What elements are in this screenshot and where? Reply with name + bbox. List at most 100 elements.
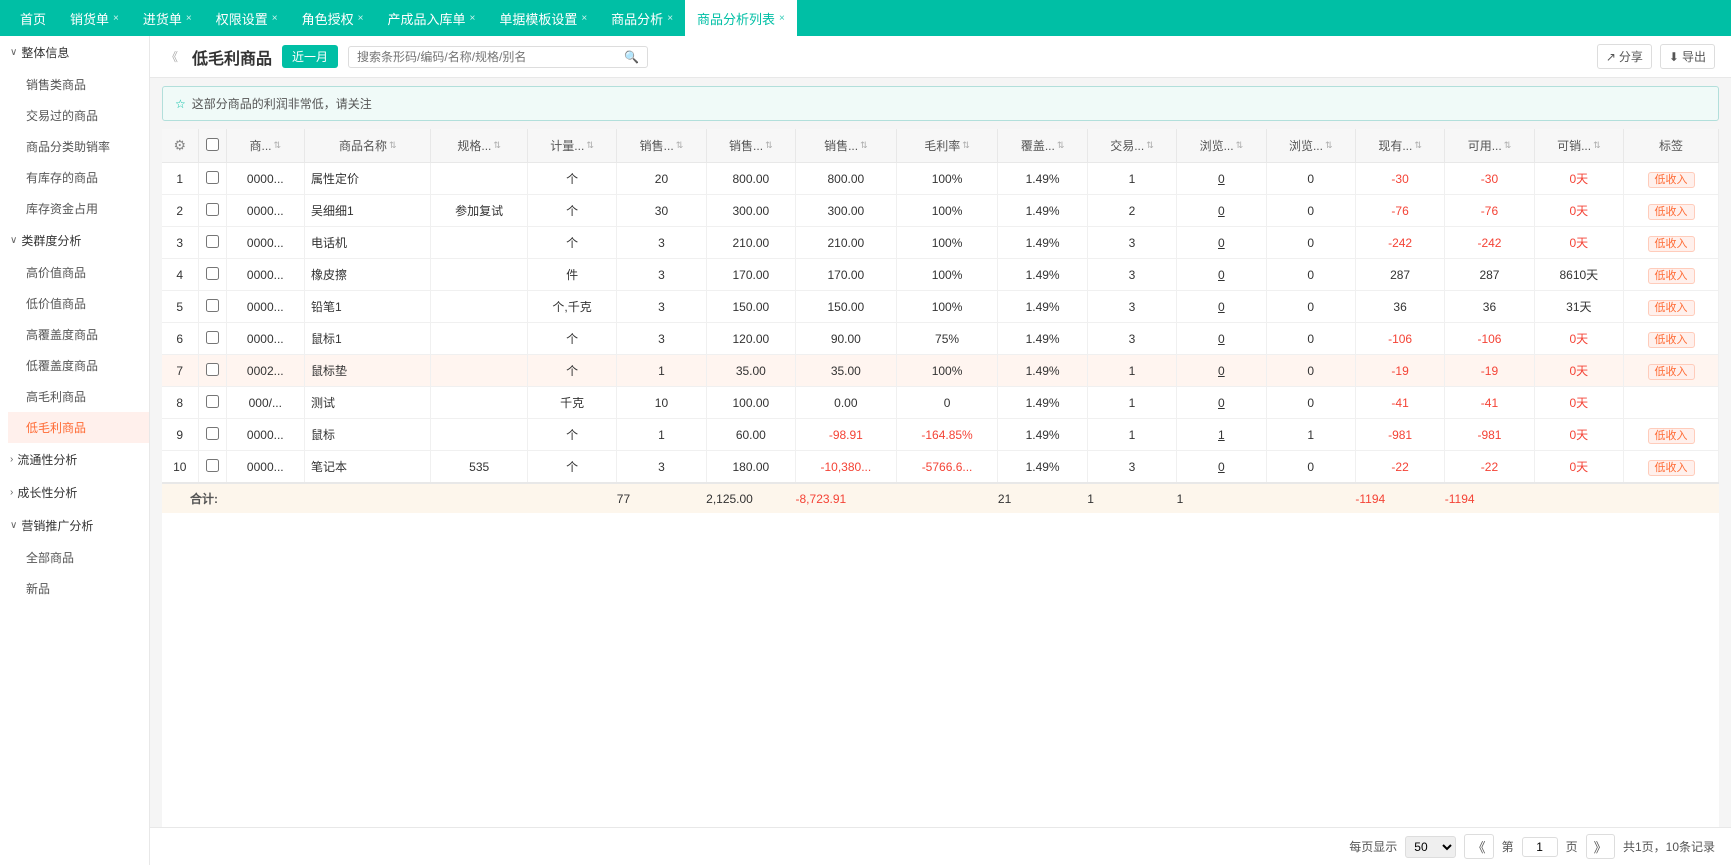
row-checkbox[interactable]	[206, 331, 219, 344]
th-available[interactable]: 可用...⇅	[1445, 129, 1534, 163]
th-transactions[interactable]: 交易...⇅	[1087, 129, 1176, 163]
row-sales-qty: 3	[617, 451, 706, 484]
th-browse2[interactable]: 浏览...⇅	[1266, 129, 1355, 163]
row-checkbox[interactable]	[206, 427, 219, 440]
row-spec	[431, 259, 527, 291]
th-name[interactable]: 商品名称⇅	[305, 129, 431, 163]
th-spec[interactable]: 规格...⇅	[431, 129, 527, 163]
prev-page-button[interactable]: 《	[1464, 834, 1493, 859]
row-tag: 低收入	[1624, 259, 1719, 291]
sidebar-item-high-value[interactable]: 高价值商品	[8, 257, 149, 288]
sidebar-section-title-marketing[interactable]: ∨ 营销推广分析	[0, 509, 149, 542]
sidebar-item-stocked-products[interactable]: 有库存的商品	[8, 162, 149, 193]
nav-close-icon[interactable]: ×	[667, 13, 673, 24]
row-checkbox[interactable]	[206, 395, 219, 408]
nav-purchase-order[interactable]: 进货单 ×	[131, 0, 204, 36]
sidebar-item-category-sales-rate[interactable]: 商品分类助销率	[8, 131, 149, 162]
row-sales-qty: 30	[617, 195, 706, 227]
transaction-link[interactable]: 0	[1218, 172, 1225, 186]
transaction-link[interactable]: 0	[1218, 332, 1225, 346]
sidebar-item-stock-capital[interactable]: 库存资金占用	[8, 193, 149, 224]
th-browse1[interactable]: 浏览...⇅	[1177, 129, 1266, 163]
nav-close-icon[interactable]: ×	[469, 13, 475, 24]
nav-close-icon[interactable]: ×	[779, 13, 785, 24]
page-size-select[interactable]: 50 10 20 100	[1405, 836, 1456, 858]
transaction-link[interactable]: 0	[1218, 204, 1225, 218]
row-checkbox[interactable]	[206, 299, 219, 312]
row-sales-amt: 35.00	[706, 355, 795, 387]
row-unit: 个	[527, 195, 616, 227]
nav-close-icon[interactable]: ×	[581, 13, 587, 24]
th-sales-amt[interactable]: 销售...⇅	[706, 129, 795, 163]
th-unit[interactable]: 计量...⇅	[527, 129, 616, 163]
sidebar-sub-overall: 销售类商品 交易过的商品 商品分类助销率 有库存的商品 库存资金占用	[0, 69, 149, 224]
nav-close-icon[interactable]: ×	[113, 13, 119, 24]
transaction-link[interactable]: 1	[1218, 428, 1225, 442]
share-button[interactable]: ↗ 分享	[1597, 44, 1652, 69]
transaction-link[interactable]: 0	[1218, 460, 1225, 474]
row-coverage: 1	[1087, 419, 1176, 451]
nav-close-icon[interactable]: ×	[186, 13, 192, 24]
nav-permissions[interactable]: 权限设置 ×	[204, 0, 290, 36]
th-gross-rate[interactable]: 毛利率⇅	[896, 129, 998, 163]
page-input[interactable]	[1522, 837, 1558, 857]
row-index: 2	[162, 195, 198, 227]
row-index: 7	[162, 355, 198, 387]
search-icon[interactable]: 🔍	[624, 50, 639, 64]
nav-product-analysis[interactable]: 商品分析 ×	[599, 0, 685, 36]
transaction-link[interactable]: 0	[1218, 300, 1225, 314]
nav-close-icon[interactable]: ×	[358, 13, 364, 24]
sidebar-section-overall: ∨ 整体信息 销售类商品 交易过的商品 商品分类助销率 有库存的商品 库存资金占…	[0, 36, 149, 224]
row-sales-qty: 20	[617, 163, 706, 195]
sidebar-item-low-value[interactable]: 低价值商品	[8, 288, 149, 319]
nav-home[interactable]: 首页	[8, 0, 58, 36]
sidebar-section-title-cluster[interactable]: ∨ 类群度分析	[0, 224, 149, 257]
sidebar-item-new-products[interactable]: 新品	[8, 573, 149, 604]
row-checkbox[interactable]	[206, 171, 219, 184]
row-checkbox[interactable]	[206, 459, 219, 472]
sidebar-item-all-products[interactable]: 全部商品	[8, 542, 149, 573]
table-row: 8 000/... 测试 千克 10 100.00 0.00 0 1.49% 1…	[162, 387, 1719, 419]
row-spec	[431, 163, 527, 195]
sidebar-item-traded-products[interactable]: 交易过的商品	[8, 100, 149, 131]
sidebar-item-low-margin[interactable]: 低毛利商品	[8, 412, 149, 443]
sidebar-item-high-coverage[interactable]: 高覆盖度商品	[8, 319, 149, 350]
sidebar-item-low-coverage[interactable]: 低覆盖度商品	[8, 350, 149, 381]
sidebar-collapse-btn[interactable]: 《	[166, 48, 178, 65]
row-checkbox[interactable]	[206, 267, 219, 280]
th-code[interactable]: 商...⇅	[226, 129, 305, 163]
th-coverage[interactable]: 覆盖...⇅	[998, 129, 1087, 163]
sidebar-item-high-margin[interactable]: 高毛利商品	[8, 381, 149, 412]
th-sellable[interactable]: 可销...⇅	[1534, 129, 1623, 163]
search-input[interactable]	[357, 50, 620, 64]
settings-icon[interactable]: ⚙	[173, 137, 186, 153]
th-current-stock[interactable]: 现有...⇅	[1355, 129, 1444, 163]
transaction-link[interactable]: 0	[1218, 268, 1225, 282]
nav-role-auth[interactable]: 角色授权 ×	[290, 0, 376, 36]
sidebar-section-title-overall[interactable]: ∨ 整体信息	[0, 36, 149, 69]
nav-close-icon[interactable]: ×	[272, 13, 278, 24]
transaction-link[interactable]: 0	[1218, 396, 1225, 410]
nav-sales-order[interactable]: 销货单 ×	[58, 0, 131, 36]
transaction-link[interactable]: 0	[1218, 364, 1225, 378]
row-checkbox[interactable]	[206, 235, 219, 248]
th-sales-qty[interactable]: 销售...⇅	[617, 129, 706, 163]
nav-product-analysis-list[interactable]: 商品分析列表 ×	[685, 0, 797, 36]
row-sellable: 31天	[1534, 291, 1623, 323]
select-all-checkbox[interactable]	[206, 138, 219, 151]
row-checkbox[interactable]	[206, 363, 219, 376]
row-checkbox[interactable]	[206, 203, 219, 216]
th-sales-profit[interactable]: 销售...⇅	[796, 129, 897, 163]
collapse-arrow-overall: ∨	[10, 47, 17, 58]
nav-template-settings[interactable]: 单据模板设置 ×	[487, 0, 599, 36]
sidebar-section-title-circulation[interactable]: › 流通性分析	[0, 443, 149, 476]
export-button[interactable]: ⬇ 导出	[1660, 44, 1715, 69]
sidebar-section-title-growth[interactable]: › 成长性分析	[0, 476, 149, 509]
next-page-button[interactable]: 》	[1586, 834, 1615, 859]
filter-month-button[interactable]: 近一月	[282, 45, 338, 68]
sidebar-item-sales-products[interactable]: 销售类商品	[8, 69, 149, 100]
transaction-link[interactable]: 0	[1218, 236, 1225, 250]
row-sellable: 0天	[1534, 451, 1623, 484]
nav-product-entry[interactable]: 产成品入库单 ×	[375, 0, 487, 36]
row-sellable: 0天	[1534, 195, 1623, 227]
